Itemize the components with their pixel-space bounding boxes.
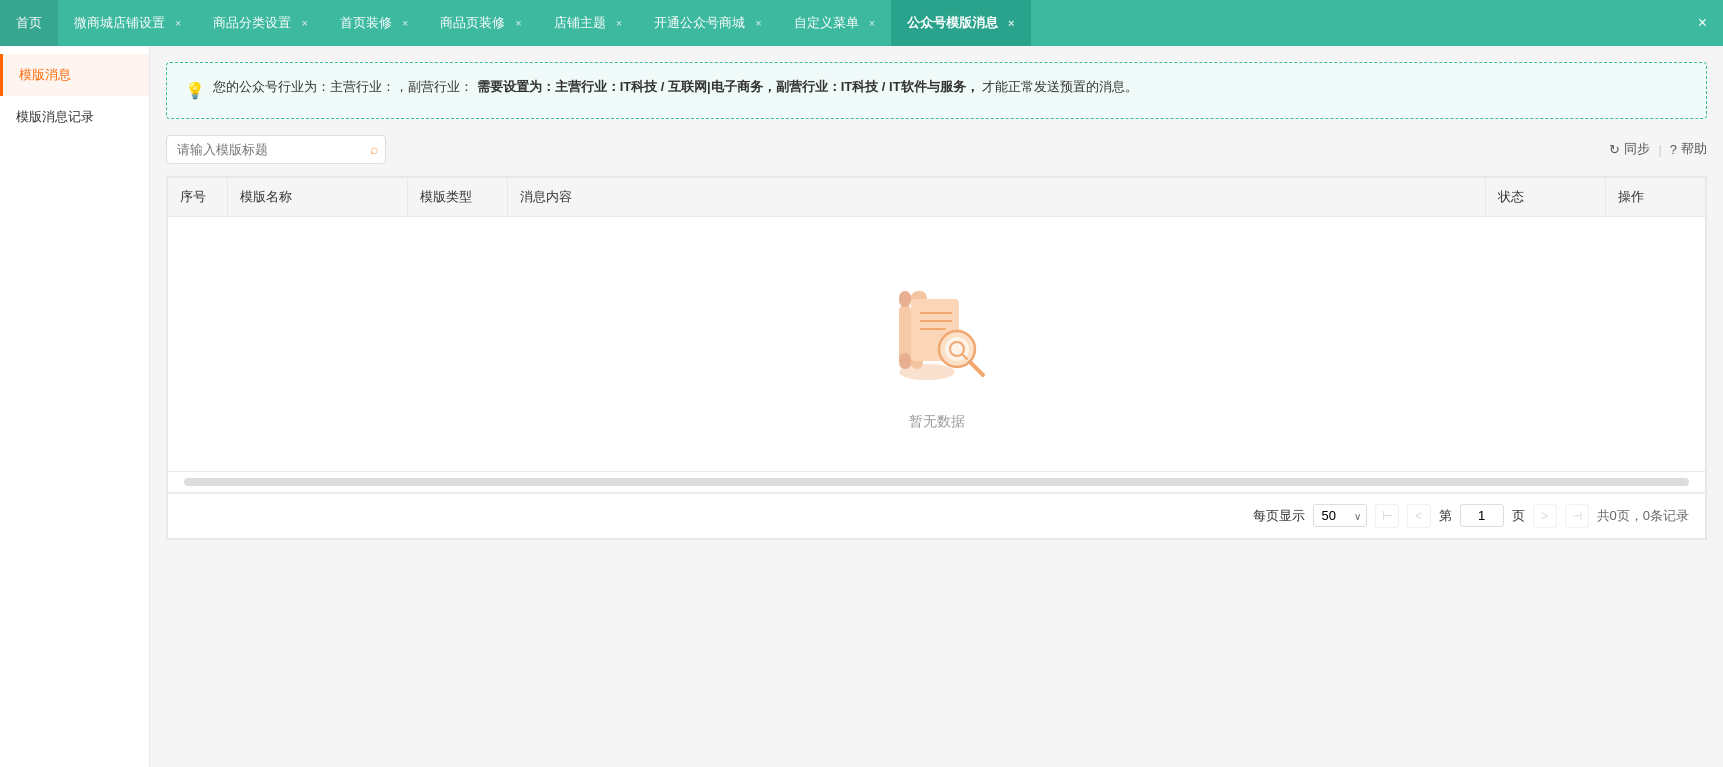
sidebar-item-template-record[interactable]: 模版消息记录 xyxy=(0,96,149,138)
data-table-area: 序号 模版名称 模版类型 消息内容 状态 xyxy=(166,176,1707,540)
nav-tab-product-decor[interactable]: 商品页装修 × xyxy=(424,0,537,46)
content-area: 💡 您的公众号行业为：主营行业：，副营行业： 需要设置为：主营行业：IT科技 /… xyxy=(150,46,1723,767)
search-left: ⌕ xyxy=(166,135,386,164)
pagination: 每页显示 50 10 20 100 ⊢ < 第 页 xyxy=(167,493,1706,539)
data-table: 序号 模版名称 模版类型 消息内容 状态 xyxy=(167,177,1706,472)
nav-tab-custom-menu[interactable]: 自定义菜单 × xyxy=(778,0,891,46)
nav-tab-open-mall-label: 开通公众号商城 xyxy=(654,14,745,32)
banner-text-highlight: 需要设置为：主营行业：IT科技 / 互联网|电子商务，副营行业：IT科技 / I… xyxy=(477,79,979,94)
first-page-icon: ⊢ xyxy=(1382,509,1392,523)
page-size-select[interactable]: 50 10 20 100 xyxy=(1313,504,1367,527)
nav-tab-store-theme[interactable]: 店铺主题 × xyxy=(538,0,638,46)
sidebar-item-template-message[interactable]: 模版消息 xyxy=(0,54,149,96)
help-label: 帮助 xyxy=(1681,140,1707,158)
col-header-name: 模版名称 xyxy=(228,177,408,216)
svg-line-7 xyxy=(970,362,983,375)
empty-state-row: 暂无数据 xyxy=(168,216,1706,471)
page-size-label: 每页显示 xyxy=(1253,507,1305,525)
table-scrollbar[interactable] xyxy=(184,478,1689,486)
page-unit-label: 页 xyxy=(1512,507,1525,525)
sidebar: 模版消息 模版消息记录 xyxy=(0,46,150,767)
close-store-theme[interactable]: × xyxy=(616,17,622,29)
nav-tab-template-msg[interactable]: 公众号模版消息 × xyxy=(891,0,1030,46)
search-input[interactable] xyxy=(166,135,386,164)
nav-tab-home-label: 首页 xyxy=(16,14,42,32)
nav-tab-product-category[interactable]: 商品分类设置 × xyxy=(197,0,323,46)
close-home-decor[interactable]: × xyxy=(402,17,408,29)
last-page-button[interactable]: ⊣ xyxy=(1565,504,1589,528)
nav-tab-product-decor-label: 商品页装修 xyxy=(440,14,505,32)
col-header-content: 消息内容 xyxy=(508,177,1486,216)
col-header-type: 模版类型 xyxy=(408,177,508,216)
current-page-label: 第 xyxy=(1439,507,1452,525)
nav-tab-micro-store-label: 微商城店铺设置 xyxy=(74,14,165,32)
nav-tab-micro-store[interactable]: 微商城店铺设置 × xyxy=(58,0,197,46)
banner-text-suffix: 才能正常发送预置的消息。 xyxy=(982,79,1138,94)
col-header-status: 状态 xyxy=(1486,177,1606,216)
last-page-icon: ⊣ xyxy=(1572,509,1582,523)
top-nav: 首页 微商城店铺设置 × 商品分类设置 × 首页装修 × 商品页装修 × 店铺主… xyxy=(0,0,1723,46)
next-page-icon: > xyxy=(1541,509,1548,523)
banner-text-prefix: 您的公众号行业为：主营行业：，副营行业： xyxy=(213,79,473,94)
close-product-category[interactable]: × xyxy=(301,17,307,29)
prev-page-icon: < xyxy=(1415,509,1422,523)
toolbar-divider: | xyxy=(1658,142,1661,157)
nav-tab-product-category-label: 商品分类设置 xyxy=(213,14,291,32)
bulb-icon: 💡 xyxy=(185,78,205,104)
page-number-input[interactable] xyxy=(1460,504,1504,527)
nav-tab-home-decor[interactable]: 首页装修 × xyxy=(324,0,424,46)
search-bar: ⌕ ↻ 同步 | ? 帮助 xyxy=(166,135,1707,164)
col-header-action: 操作 xyxy=(1606,177,1706,216)
page-size-wrap: 50 10 20 100 xyxy=(1313,504,1367,527)
sync-icon: ↻ xyxy=(1609,142,1620,157)
sync-label: 同步 xyxy=(1624,140,1650,158)
table-scrollbar-wrap xyxy=(167,472,1706,493)
close-custom-menu[interactable]: × xyxy=(869,17,875,29)
sidebar-item-template-message-label: 模版消息 xyxy=(19,67,71,82)
empty-icon xyxy=(877,277,997,397)
sync-button[interactable]: ↻ 同步 xyxy=(1609,140,1650,158)
close-product-decor[interactable]: × xyxy=(515,17,521,29)
empty-state: 暂无数据 xyxy=(168,217,1705,471)
help-icon: ? xyxy=(1670,142,1677,157)
nav-tab-store-theme-label: 店铺主题 xyxy=(554,14,606,32)
search-input-wrap: ⌕ xyxy=(166,135,386,164)
sidebar-item-template-record-label: 模版消息记录 xyxy=(16,109,94,124)
nav-tab-home-decor-label: 首页装修 xyxy=(340,14,392,32)
help-button[interactable]: ? 帮助 xyxy=(1670,140,1707,158)
main-layout: 模版消息 模版消息记录 💡 您的公众号行业为：主营行业：，副营行业： 需要设置为… xyxy=(0,46,1723,767)
close-all-button[interactable]: × xyxy=(1682,0,1723,46)
toolbar-right: ↻ 同步 | ? 帮助 xyxy=(1609,140,1707,158)
table-header-row: 序号 模版名称 模版类型 消息内容 状态 xyxy=(168,177,1706,216)
close-micro-store[interactable]: × xyxy=(175,17,181,29)
next-page-button[interactable]: > xyxy=(1533,504,1557,528)
prev-page-button[interactable]: < xyxy=(1407,504,1431,528)
first-page-button[interactable]: ⊢ xyxy=(1375,504,1399,528)
close-open-mall[interactable]: × xyxy=(755,17,761,29)
nav-tab-template-msg-label: 公众号模版消息 xyxy=(907,14,998,32)
empty-text: 暂无数据 xyxy=(168,413,1705,431)
nav-tab-home[interactable]: 首页 xyxy=(0,0,58,46)
col-header-seq: 序号 xyxy=(168,177,228,216)
banner-text: 您的公众号行业为：主营行业：，副营行业： 需要设置为：主营行业：IT科技 / 互… xyxy=(213,77,1138,98)
page-total: 共0页，0条记录 xyxy=(1597,507,1689,525)
info-banner: 💡 您的公众号行业为：主营行业：，副营行业： 需要设置为：主营行业：IT科技 /… xyxy=(166,62,1707,119)
close-template-msg[interactable]: × xyxy=(1008,17,1014,29)
search-icon[interactable]: ⌕ xyxy=(370,141,378,157)
nav-tab-custom-menu-label: 自定义菜单 xyxy=(794,14,859,32)
nav-tab-open-mall[interactable]: 开通公众号商城 × xyxy=(638,0,777,46)
